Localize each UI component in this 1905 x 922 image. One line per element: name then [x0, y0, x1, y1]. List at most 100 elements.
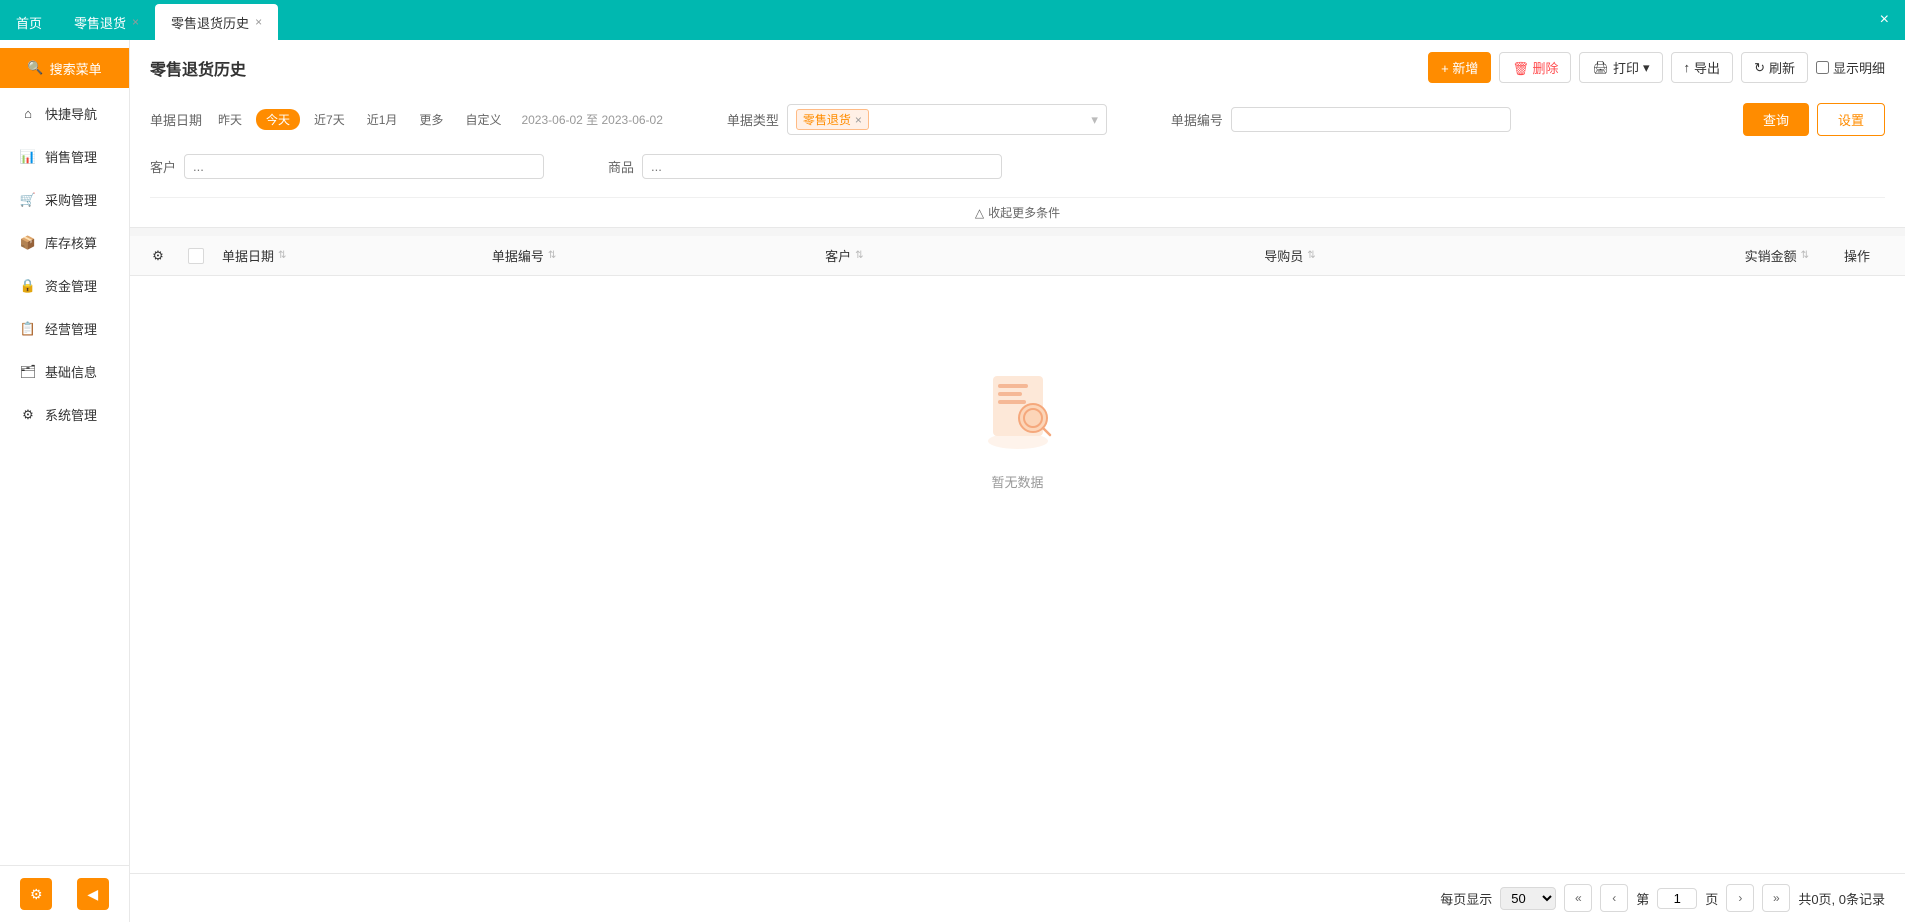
- sidebar-item-purchase-label: 采购管理: [45, 190, 97, 209]
- th-number-label: 单据编号: [492, 246, 544, 265]
- sidebar-item-system-label: 系统管理: [45, 405, 97, 424]
- delete-button[interactable]: 🗑 删除: [1499, 52, 1571, 83]
- chart-icon: 📊: [19, 148, 37, 166]
- date-btn-yesterday[interactable]: 昨天: [210, 109, 250, 130]
- box-icon: 📦: [19, 234, 37, 252]
- last-page-btn[interactable]: »: [1762, 884, 1790, 912]
- th-action: 操作: [1817, 246, 1897, 265]
- page-header: 零售退货历史 + 新增 🗑 删除 🖨 打印 ▾ ↑ 导出 ↻: [130, 40, 1905, 228]
- search-icon: 🔍: [27, 60, 43, 76]
- date-btn-custom[interactable]: 自定义: [457, 109, 509, 130]
- settings-bottom-btn[interactable]: ⚙: [20, 878, 52, 910]
- sidebar-item-sales[interactable]: 📊 销售管理: [0, 135, 129, 178]
- print-icon: 🖨: [1592, 60, 1609, 76]
- filter-row-1: 单据日期 昨天 今天 近7天 近1月 更多 自定义 2023-06-02 至 2…: [150, 95, 1885, 144]
- filter-number: 单据编号: [1171, 107, 1511, 132]
- date-btn-today[interactable]: 今天: [256, 109, 300, 130]
- add-button[interactable]: + 新增: [1428, 52, 1491, 83]
- th-settings[interactable]: ⚙: [138, 248, 178, 264]
- number-filter-label: 单据编号: [1171, 110, 1223, 129]
- window-close-btn[interactable]: ×: [1880, 11, 1889, 29]
- page-number-input[interactable]: 1: [1657, 888, 1697, 909]
- th-amount[interactable]: 实销金额 ⇅: [1589, 246, 1817, 265]
- tab-return[interactable]: 零售退货 ×: [58, 4, 155, 40]
- export-button[interactable]: ↑ 导出: [1671, 52, 1734, 83]
- lock-icon: 🔒: [19, 277, 37, 295]
- th-number[interactable]: 单据编号 ⇅: [484, 246, 817, 265]
- collapse-sidebar-btn[interactable]: ◀: [77, 878, 109, 910]
- total-text: 共0页, 0条记录: [1798, 889, 1885, 908]
- type-filter-label: 单据类型: [727, 110, 779, 129]
- customer-filter-label: 客户: [150, 157, 176, 176]
- filter-area: 单据日期 昨天 今天 近7天 近1月 更多 自定义 2023-06-02 至 2…: [150, 95, 1885, 227]
- main-layout: 🔍 搜索菜单 ⌂ 快捷导航 📊 销售管理 🛒 采购管理 📦 库存核算 🔒 资金管…: [0, 40, 1905, 922]
- type-tag-close[interactable]: ×: [855, 113, 862, 127]
- per-page-select[interactable]: 10 20 50 100: [1500, 887, 1556, 910]
- collapse-label: 收起更多条件: [988, 204, 1060, 221]
- print-dropdown-icon: ▾: [1643, 60, 1650, 76]
- export-icon: ↑: [1684, 60, 1691, 75]
- ops-icon: 📋: [19, 320, 37, 338]
- home-icon: ⌂: [19, 105, 37, 123]
- info-icon: 🗂: [19, 363, 37, 381]
- settings-icon[interactable]: ⚙: [152, 248, 164, 264]
- sidebar-item-operations[interactable]: 📋 经营管理: [0, 307, 129, 350]
- type-dropdown-icon: ▾: [1091, 112, 1098, 128]
- goods-filter-input[interactable]: [642, 154, 1002, 179]
- th-date[interactable]: 单据日期 ⇅: [214, 246, 484, 265]
- tab-return-history-label: 零售退货历史: [171, 13, 249, 32]
- sidebar-item-purchase[interactable]: 🛒 采购管理: [0, 178, 129, 221]
- th-check[interactable]: [178, 248, 214, 264]
- sidebar-item-basic[interactable]: 🗂 基础信息: [0, 350, 129, 393]
- toolbar: + 新增 🗑 删除 🖨 打印 ▾ ↑ 导出 ↻ 刷新: [1428, 52, 1885, 83]
- sidebar-item-quick-nav-label: 快捷导航: [45, 104, 97, 123]
- filter-date: 单据日期 昨天 今天 近7天 近1月 更多 自定义 2023-06-02 至 2…: [150, 109, 663, 130]
- first-page-btn[interactable]: «: [1564, 884, 1592, 912]
- filter-goods: 商品: [608, 154, 1002, 179]
- header-checkbox[interactable]: [188, 248, 204, 264]
- display-toggle-text: 显示明细: [1833, 58, 1885, 77]
- type-tag-text: 零售退货: [803, 111, 851, 128]
- filter-customer: 客户: [150, 154, 544, 179]
- tab-home[interactable]: 首页: [0, 4, 58, 40]
- collapse-bar[interactable]: △ 收起更多条件: [150, 197, 1885, 227]
- per-page-label: 每页显示: [1440, 889, 1492, 908]
- page-title-row: 零售退货历史 + 新增 🗑 删除 🖨 打印 ▾ ↑ 导出 ↻: [150, 52, 1885, 83]
- th-guide[interactable]: 导购员 ⇅: [1256, 246, 1589, 265]
- empty-state: 暂无数据: [130, 276, 1905, 571]
- th-customer[interactable]: 客户 ⇅: [817, 246, 1256, 265]
- customer-filter-input[interactable]: [184, 154, 544, 179]
- display-toggle-label[interactable]: 显示明细: [1816, 58, 1885, 77]
- print-button[interactable]: 🖨 打印 ▾: [1579, 52, 1662, 83]
- date-btn-1month[interactable]: 近1月: [359, 109, 406, 130]
- collapse-icon: △: [975, 206, 984, 220]
- query-button[interactable]: 查询: [1743, 103, 1809, 136]
- sidebar-item-finance[interactable]: 🔒 资金管理: [0, 264, 129, 307]
- filter-row-2: 客户 商品: [150, 154, 1885, 187]
- amount-sort-icon: ⇅: [1801, 250, 1809, 261]
- set-button[interactable]: 设置: [1817, 103, 1885, 136]
- sidebar-item-system[interactable]: ⚙ 系统管理: [0, 393, 129, 436]
- tab-return-label: 零售退货: [74, 13, 126, 32]
- number-filter-input[interactable]: [1231, 107, 1511, 132]
- tab-home-label: 首页: [16, 13, 42, 32]
- refresh-button[interactable]: ↻ 刷新: [1741, 52, 1808, 83]
- tab-return-close[interactable]: ×: [132, 15, 139, 29]
- sidebar-search[interactable]: 🔍 搜索菜单: [0, 48, 129, 88]
- tab-return-history-close[interactable]: ×: [255, 15, 262, 29]
- date-btn-7days[interactable]: 近7天: [306, 109, 353, 130]
- date-buttons: 昨天 今天 近7天 近1月 更多 自定义: [210, 109, 509, 130]
- sidebar-item-inventory-label: 库存核算: [45, 233, 97, 252]
- prev-page-btn[interactable]: ‹: [1600, 884, 1628, 912]
- date-range-display: 2023-06-02 至 2023-06-02: [521, 111, 662, 128]
- next-page-btn[interactable]: ›: [1726, 884, 1754, 912]
- page-title: 零售退货历史: [150, 56, 246, 80]
- date-btn-more[interactable]: 更多: [411, 109, 451, 130]
- goods-filter-label: 商品: [608, 157, 634, 176]
- tab-return-history[interactable]: 零售退货历史 ×: [155, 4, 278, 40]
- sidebar-item-quick-nav[interactable]: ⌂ 快捷导航: [0, 92, 129, 135]
- display-toggle-checkbox[interactable]: [1816, 61, 1829, 74]
- sidebar-item-inventory[interactable]: 📦 库存核算: [0, 221, 129, 264]
- shop-icon: 🛒: [19, 191, 37, 209]
- type-filter-select[interactable]: 零售退货 × ▾: [787, 104, 1107, 135]
